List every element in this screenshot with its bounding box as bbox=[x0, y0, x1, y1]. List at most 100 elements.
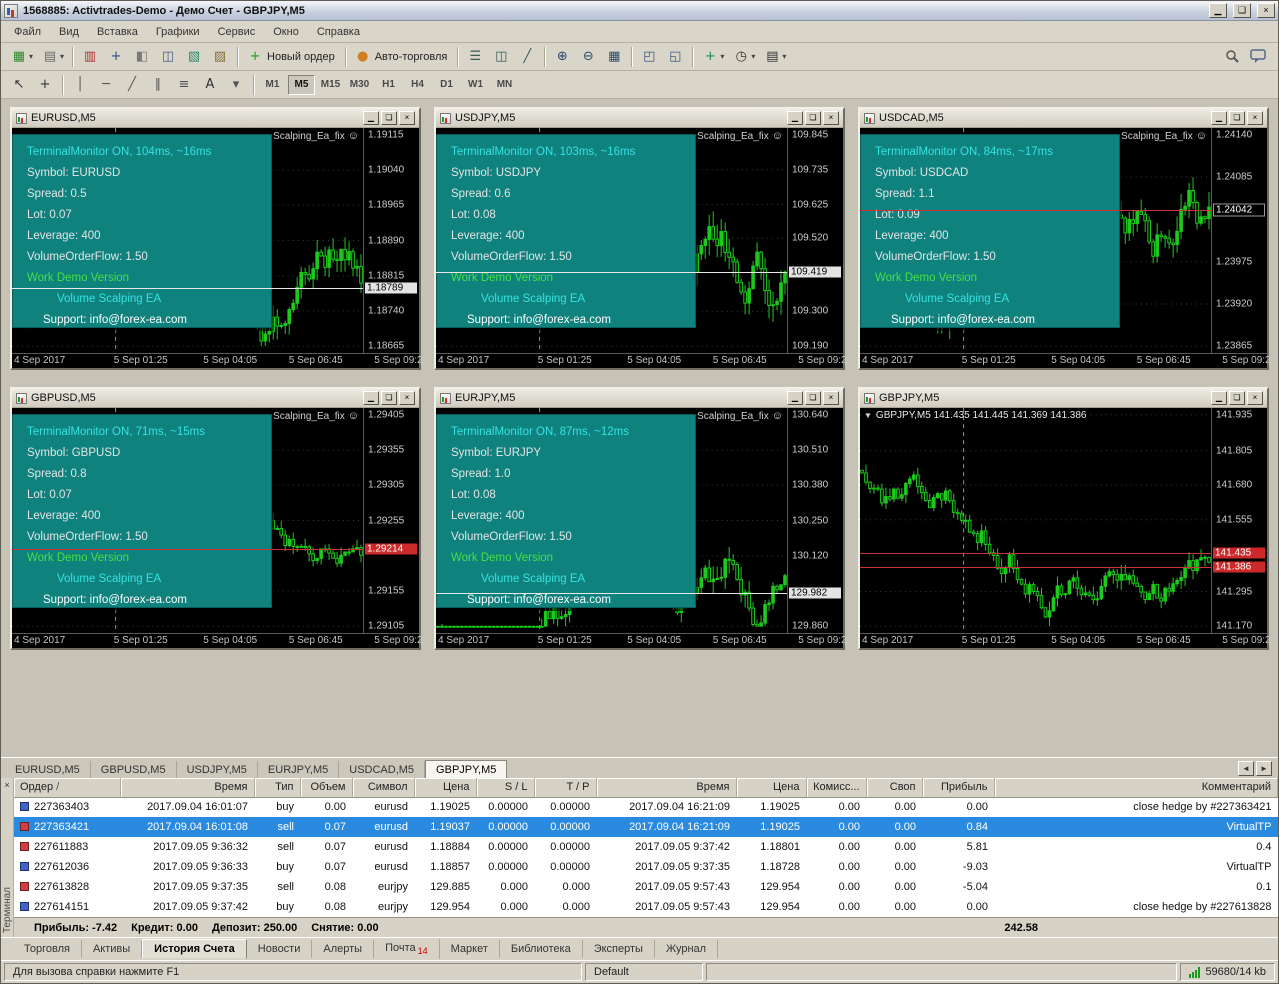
price-scale[interactable]: 141.935 141.805 141.680 141.555 141.295 141.1… bbox=[1211, 408, 1267, 633]
navigator-button[interactable]: ◧ bbox=[130, 46, 154, 68]
new-chart-button[interactable]: ▦ ▾ bbox=[7, 46, 36, 68]
chart-tab-usdjpy-m5[interactable]: USDJPY,M5 bbox=[177, 761, 258, 778]
timeframe-w1-button[interactable]: W1 bbox=[462, 75, 489, 95]
chart-minimize-button[interactable]: ▁ bbox=[1211, 391, 1227, 405]
column-header[interactable]: Комментарий bbox=[994, 778, 1278, 798]
chart-tab-eurusd-m5[interactable]: EURUSD,M5 bbox=[5, 761, 91, 778]
terminal-tab-почта[interactable]: Почта 14 bbox=[374, 938, 440, 960]
history-row[interactable]: 227611883 2017.09.05 9:36:32 sell 0.07 eurus… bbox=[14, 837, 1278, 857]
column-header[interactable]: Время bbox=[120, 778, 255, 798]
chart-minimize-button[interactable]: ▁ bbox=[787, 391, 803, 405]
zoom-in-button[interactable]: ⊕ bbox=[550, 46, 574, 68]
indicators-button[interactable]: + ▾ bbox=[698, 46, 727, 68]
timeframe-m1-button[interactable]: M1 bbox=[259, 75, 286, 95]
timeframe-m30-button[interactable]: M30 bbox=[346, 75, 373, 95]
chart-minimize-button[interactable]: ▁ bbox=[787, 111, 803, 125]
history-row[interactable]: 227363403 2017.09.04 16:01:07 buy 0.00 eurus… bbox=[14, 797, 1278, 817]
dropdown-arrow-icon[interactable]: ▾ bbox=[720, 52, 724, 61]
history-row[interactable]: 227613828 2017.09.05 9:37:35 sell 0.08 eurjp… bbox=[14, 877, 1278, 897]
history-row[interactable]: 227363421 2017.09.04 16:01:08 sell 0.07 euru… bbox=[14, 817, 1278, 837]
arrows-tool-button[interactable]: ▾ bbox=[224, 74, 248, 96]
timeframe-m5-button[interactable]: M5 bbox=[288, 74, 315, 95]
price-scale[interactable]: 130.640 130.510 130.380 130.250 130.120 129.8… bbox=[787, 408, 843, 633]
price-scale[interactable]: 109.845 109.735 109.625 109.520 109.300 109.1… bbox=[787, 128, 843, 353]
restore-button[interactable]: ❏ bbox=[1233, 3, 1251, 18]
terminal-tab-эксперты[interactable]: Эксперты bbox=[583, 940, 655, 958]
column-header[interactable]: Своп bbox=[866, 778, 923, 798]
column-header[interactable]: Тип bbox=[254, 778, 301, 798]
trendline-button[interactable]: ╱ bbox=[120, 74, 144, 96]
periods-button[interactable]: ◷ ▾ bbox=[729, 46, 758, 68]
time-scale[interactable]: 4 Sep 2017 5 Sep 01:25 5 Sep 04:05 5 Sep 06… bbox=[436, 353, 852, 368]
chart-close-button[interactable]: × bbox=[399, 111, 415, 125]
chart-restore-button[interactable]: ❏ bbox=[805, 111, 821, 125]
chart-restore-button[interactable]: ❏ bbox=[1229, 111, 1245, 125]
tile-horizontal-button[interactable]: ◰ bbox=[637, 46, 661, 68]
terminal-tab-торговля[interactable]: Торговля bbox=[13, 940, 82, 958]
chat-icon[interactable] bbox=[1250, 49, 1267, 64]
market-watch-button[interactable]: ▥ bbox=[78, 46, 102, 68]
price-scale[interactable]: 1.24140 1.24085 1.23975 1.23920 1.23865 1.240… bbox=[1211, 128, 1267, 353]
profiles-button[interactable]: ▤ ▾ bbox=[38, 46, 67, 68]
price-scale[interactable]: 1.19115 1.19040 1.18965 1.18890 1.18815 1.187… bbox=[363, 128, 419, 353]
fibonacci-button[interactable]: ≡ bbox=[172, 74, 196, 96]
time-scale[interactable]: 4 Sep 2017 5 Sep 01:25 5 Sep 04:05 5 Sep 06… bbox=[436, 633, 852, 648]
chart-plot[interactable]: Scalping_Ea_fix ☺ TerminalMonitor ON, 71… bbox=[12, 408, 363, 633]
history-row[interactable]: 227612036 2017.09.05 9:36:33 buy 0.07 eurusd… bbox=[14, 857, 1278, 877]
metaeditor-button[interactable]: ▨ bbox=[208, 46, 232, 68]
time-scale[interactable]: 4 Sep 2017 5 Sep 01:25 5 Sep 04:05 5 Sep 06… bbox=[860, 633, 1276, 648]
chart-window-titlebar[interactable]: USDCAD,M5 ▁ ❏ × bbox=[860, 109, 1267, 128]
vertical-line-button[interactable]: │ bbox=[68, 74, 92, 96]
column-header[interactable]: Символ bbox=[352, 778, 415, 798]
candlestick-chart-button[interactable]: ◫ bbox=[489, 46, 513, 68]
history-row[interactable]: 227614151 2017.09.05 9:37:42 buy 0.08 eurjpy… bbox=[14, 897, 1278, 917]
terminal-tab-маркет[interactable]: Маркет bbox=[440, 940, 500, 958]
chart-restore-button[interactable]: ❏ bbox=[381, 111, 397, 125]
price-scale[interactable]: 1.29405 1.29355 1.29305 1.29255 1.29155 1.291… bbox=[363, 408, 419, 633]
menu-item[interactable]: Вставка bbox=[88, 23, 147, 41]
terminal-tab-история-счета[interactable]: История Счета bbox=[142, 939, 247, 959]
terminal-close-icon[interactable]: × bbox=[4, 780, 9, 790]
chart-plot[interactable]: Scalping_Ea_fix ☺ TerminalMonitor ON, 10… bbox=[12, 128, 363, 353]
ea-smiley-icon[interactable]: ☺ bbox=[772, 130, 783, 142]
menu-item[interactable]: Файл bbox=[5, 23, 50, 41]
auto-trading-button[interactable]: ● Авто-торговля bbox=[351, 46, 453, 68]
chart-window-titlebar[interactable]: EURJPY,M5 ▁ ❏ × bbox=[436, 389, 843, 408]
column-header[interactable]: Цена bbox=[414, 778, 477, 798]
ea-smiley-icon[interactable]: ☺ bbox=[348, 410, 359, 422]
tab-scroll-left-icon[interactable]: ◄ bbox=[1238, 761, 1254, 776]
terminal-tab-новости[interactable]: Новости bbox=[247, 940, 313, 958]
time-scale[interactable]: 4 Sep 2017 5 Sep 01:25 5 Sep 04:05 5 Sep 06… bbox=[12, 633, 428, 648]
chart-minimize-button[interactable]: ▁ bbox=[1211, 111, 1227, 125]
chart-plot[interactable]: Scalping_Ea_fix ☺ TerminalMonitor ON, 10… bbox=[436, 128, 787, 353]
chart-close-button[interactable]: × bbox=[823, 111, 839, 125]
timeframe-d1-button[interactable]: D1 bbox=[433, 75, 460, 95]
timeframe-mn-button[interactable]: MN bbox=[491, 75, 518, 95]
bar-chart-button[interactable]: ☰ bbox=[463, 46, 487, 68]
channel-button[interactable]: ∥ bbox=[146, 74, 170, 96]
timeframe-h4-button[interactable]: H4 bbox=[404, 75, 431, 95]
chart-plot[interactable]: Scalping_Ea_fix ☺ TerminalMonitor ON, 84… bbox=[860, 128, 1211, 353]
crosshair-button[interactable]: + bbox=[33, 74, 57, 96]
menu-item[interactable]: Вид bbox=[50, 23, 88, 41]
chart-restore-button[interactable]: ❏ bbox=[805, 391, 821, 405]
chart-restore-button[interactable]: ❏ bbox=[1229, 391, 1245, 405]
chart-close-button[interactable]: × bbox=[1247, 391, 1263, 405]
dropdown-arrow-icon[interactable]: ▾ bbox=[29, 52, 33, 61]
ea-smiley-icon[interactable]: ☺ bbox=[1196, 130, 1207, 142]
column-header[interactable]: T / P bbox=[534, 778, 597, 798]
tile-vertical-button[interactable]: ◱ bbox=[663, 46, 687, 68]
terminal-panel-button[interactable]: ◫ bbox=[156, 46, 180, 68]
ea-smiley-icon[interactable]: ☺ bbox=[772, 410, 783, 422]
timeframe-h1-button[interactable]: H1 bbox=[375, 75, 402, 95]
chart-window-titlebar[interactable]: GBPUSD,M5 ▁ ❏ × bbox=[12, 389, 419, 408]
menu-item[interactable]: Сервис bbox=[209, 23, 265, 41]
chart-window-titlebar[interactable]: GBPJPY,M5 ▁ ❏ × bbox=[860, 389, 1267, 408]
time-scale[interactable]: 4 Sep 2017 5 Sep 01:25 5 Sep 04:05 5 Sep 06… bbox=[860, 353, 1276, 368]
templates-button[interactable]: ▤ ▾ bbox=[760, 46, 789, 68]
chart-tab-eurjpy-m5[interactable]: EURJPY,M5 bbox=[258, 761, 340, 778]
dropdown-arrow-icon[interactable]: ▾ bbox=[60, 52, 64, 61]
strategy-tester-button[interactable]: ▧ bbox=[182, 46, 206, 68]
column-header[interactable]: Ордер / bbox=[14, 778, 121, 798]
timeframe-m15-button[interactable]: M15 bbox=[317, 75, 344, 95]
